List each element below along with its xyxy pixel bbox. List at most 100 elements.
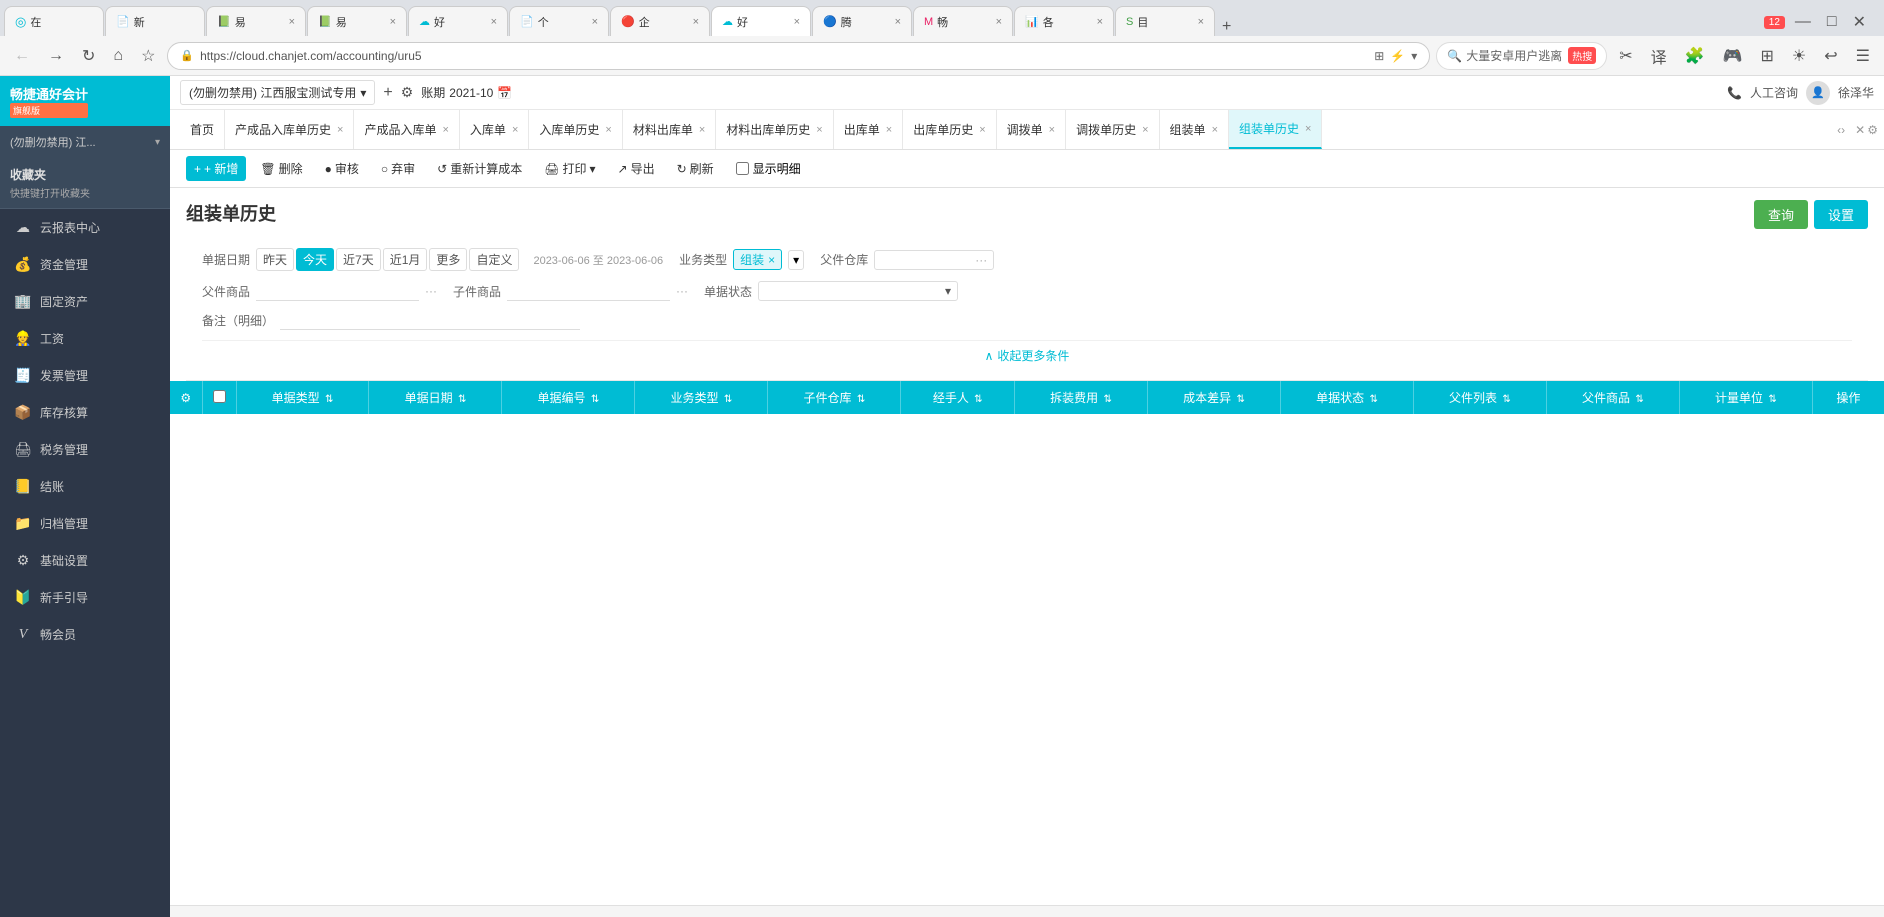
settings-filter-btn[interactable]: 设置 — [1814, 200, 1868, 229]
export-btn[interactable]: ↗ 导出 — [610, 156, 663, 181]
tag-close-btn[interactable]: × — [768, 253, 775, 267]
minimize-btn[interactable]: — — [1789, 9, 1817, 35]
table-col-parent-goods[interactable]: 父件商品 ⇅ — [1546, 381, 1679, 414]
order-status-select[interactable]: ▾ — [758, 281, 958, 301]
sidebar-item-payroll[interactable]: 👷 工资 — [0, 320, 170, 357]
refresh-btn[interactable]: ↻ 刷新 — [669, 156, 722, 181]
undo-btn[interactable]: ↩ — [1818, 42, 1843, 70]
table-col-settings[interactable]: ⚙ — [170, 381, 202, 414]
custom-btn[interactable]: 自定义 — [469, 248, 519, 271]
browser-tab-7[interactable]: ☁ 好 × — [711, 6, 811, 36]
yesterday-btn[interactable]: 昨天 — [256, 248, 294, 271]
sidebar-item-inventory[interactable]: 📦 库存核算 — [0, 394, 170, 431]
browser-tab-9[interactable]: M 畅 × — [913, 6, 1013, 36]
tab-close-icon[interactable]: × — [442, 124, 448, 136]
tab-production-in[interactable]: 产成品入库单 × — [354, 110, 459, 149]
table-col-bill-no[interactable]: 单据编号 ⇅ — [502, 381, 635, 414]
query-btn[interactable]: 查询 — [1754, 200, 1808, 229]
new-tab-btn[interactable]: + — [1216, 18, 1237, 36]
qr-icon[interactable]: ⊞ — [1374, 49, 1384, 63]
translate-btn[interactable]: 译 — [1645, 40, 1673, 72]
print-btn[interactable]: 🖨 打印 ▾ — [536, 156, 603, 181]
maximize-btn[interactable]: □ — [1821, 9, 1843, 35]
sidebar-favorites[interactable]: 收藏夹 快捷键打开收藏夹 — [0, 158, 170, 209]
table-col-parent-list[interactable]: 父件列表 ⇅ — [1413, 381, 1546, 414]
theme-btn[interactable]: ☀ — [1786, 42, 1812, 70]
table-col-bill-type[interactable]: 单据类型 ⇅ — [236, 381, 369, 414]
tab-transfer-history[interactable]: 调拨单历史 × — [1066, 110, 1159, 149]
table-col-business-type[interactable]: 业务类型 ⇅ — [635, 381, 768, 414]
consult-label[interactable]: 人工咨询 — [1750, 84, 1798, 101]
close-btn[interactable]: ✕ — [1847, 8, 1872, 36]
games-btn[interactable]: 🎮 — [1717, 42, 1749, 70]
note-input[interactable] — [280, 311, 580, 330]
table-col-bill-date[interactable]: 单据日期 ⇅ — [369, 381, 502, 414]
select-all-checkbox[interactable] — [213, 390, 226, 403]
tab-production-in-history[interactable]: 产成品入库单历史 × — [225, 110, 354, 149]
tab-out-order[interactable]: 出库单 × — [834, 110, 903, 149]
tab-close-icon[interactable]: × — [512, 124, 518, 136]
browser-tab-6[interactable]: 🔴 企 × — [610, 6, 710, 36]
business-type-select[interactable]: ▾ — [788, 250, 804, 270]
browser-tab-3[interactable]: 📗 易 × — [307, 6, 407, 36]
month-btn[interactable]: 近1月 — [383, 248, 428, 271]
tab-close-icon[interactable]: × — [605, 124, 611, 136]
lightning-icon[interactable]: ⚡ — [1390, 49, 1405, 63]
table-col-disassemble-cost[interactable]: 拆装费用 ⇅ — [1015, 381, 1148, 414]
tab-close-icon[interactable]: × — [816, 124, 822, 136]
sidebar-item-invoice[interactable]: 🧾 发票管理 — [0, 357, 170, 394]
filter-collapse-btn[interactable]: ∧ 收起更多条件 — [202, 340, 1852, 370]
browser-tab-2[interactable]: 📗 易 × — [206, 6, 306, 36]
today-btn[interactable]: 今天 — [296, 248, 334, 271]
sidebar-item-assets[interactable]: 🏢 固定资产 — [0, 283, 170, 320]
parent-goods-input[interactable] — [256, 282, 419, 301]
tab-assembly-history[interactable]: 组装单历史 × — [1229, 110, 1322, 149]
nav-right-btn[interactable]: › — [1841, 123, 1845, 137]
scrollbar-area[interactable] — [170, 905, 1884, 917]
calendar-icon[interactable]: 📅 — [497, 86, 512, 100]
tab-close-icon[interactable]: × — [1142, 124, 1148, 136]
delete-btn[interactable]: 🗑 删除 — [252, 156, 310, 181]
tab-close-icon[interactable]: × — [699, 124, 705, 136]
child-goods-more-btn[interactable]: ··· — [676, 284, 688, 298]
more-date-btn[interactable]: 更多 — [429, 248, 467, 271]
tab-close-icon[interactable]: × — [979, 124, 985, 136]
tab-close-icon[interactable]: × — [886, 124, 892, 136]
scissors-btn[interactable]: ✂ — [1613, 42, 1638, 70]
sidebar-item-member[interactable]: V 畅会员 — [0, 616, 170, 653]
table-col-bill-status[interactable]: 单据状态 ⇅ — [1280, 381, 1413, 414]
tab-transfer[interactable]: 调拨单 × — [997, 110, 1066, 149]
dropdown-icon[interactable]: ▾ — [155, 137, 160, 148]
browser-tab-4[interactable]: ☁ 好 × — [408, 6, 508, 36]
sidebar-item-cloud-report[interactable]: ☁ 云报表中心 — [0, 209, 170, 246]
company-settings-btn[interactable]: ⚙ — [401, 84, 414, 101]
abandon-btn[interactable]: ○ 弃审 — [373, 156, 423, 181]
child-goods-input[interactable] — [507, 282, 670, 301]
browser-tab-0[interactable]: ◎ 在 — [4, 6, 104, 36]
browser-tab-8[interactable]: 🔵 腾 × — [812, 6, 912, 36]
browser-tab-11[interactable]: S 目 × — [1115, 6, 1215, 36]
extensions-btn[interactable]: 🧩 — [1679, 42, 1711, 70]
sidebar-item-guide[interactable]: 🔰 新手引导 — [0, 579, 170, 616]
table-col-checkbox[interactable] — [202, 381, 236, 414]
sidebar-item-settings[interactable]: ⚙ 基础设置 — [0, 542, 170, 579]
browser-search-area[interactable]: 🔍 大量安卓用户逃离 热搜 — [1436, 42, 1607, 70]
dropdown-icon[interactable]: ▾ — [1411, 49, 1417, 63]
recalculate-btn[interactable]: ↺ 重新计算成本 — [429, 156, 530, 181]
home-btn[interactable]: ⌂ — [107, 43, 129, 69]
bookmark-btn[interactable]: ☆ — [135, 42, 161, 70]
table-col-handler[interactable]: 经手人 ⇅ — [901, 381, 1015, 414]
close-all-btn[interactable]: ✕ ⚙ — [1849, 123, 1884, 137]
tab-close-icon[interactable]: × — [337, 124, 343, 136]
table-col-cost-diff[interactable]: 成本差异 ⇅ — [1148, 381, 1281, 414]
tab-in-history[interactable]: 入库单历史 × — [529, 110, 622, 149]
tab-material-out-history[interactable]: 材料出库单历史 × — [716, 110, 833, 149]
tab-close-icon[interactable]: × — [1305, 123, 1311, 135]
back-btn[interactable]: ← — [8, 43, 36, 69]
menu-btn[interactable]: ☰ — [1850, 42, 1876, 70]
tab-material-out[interactable]: 材料出库单 × — [623, 110, 716, 149]
sidebar-item-tax[interactable]: 🖨 税务管理 — [0, 431, 170, 468]
browser-tab-10[interactable]: 📊 各 × — [1014, 6, 1114, 36]
show-detail-checkbox[interactable] — [736, 162, 749, 175]
tab-assembly[interactable]: 组装单 × — [1160, 110, 1229, 149]
